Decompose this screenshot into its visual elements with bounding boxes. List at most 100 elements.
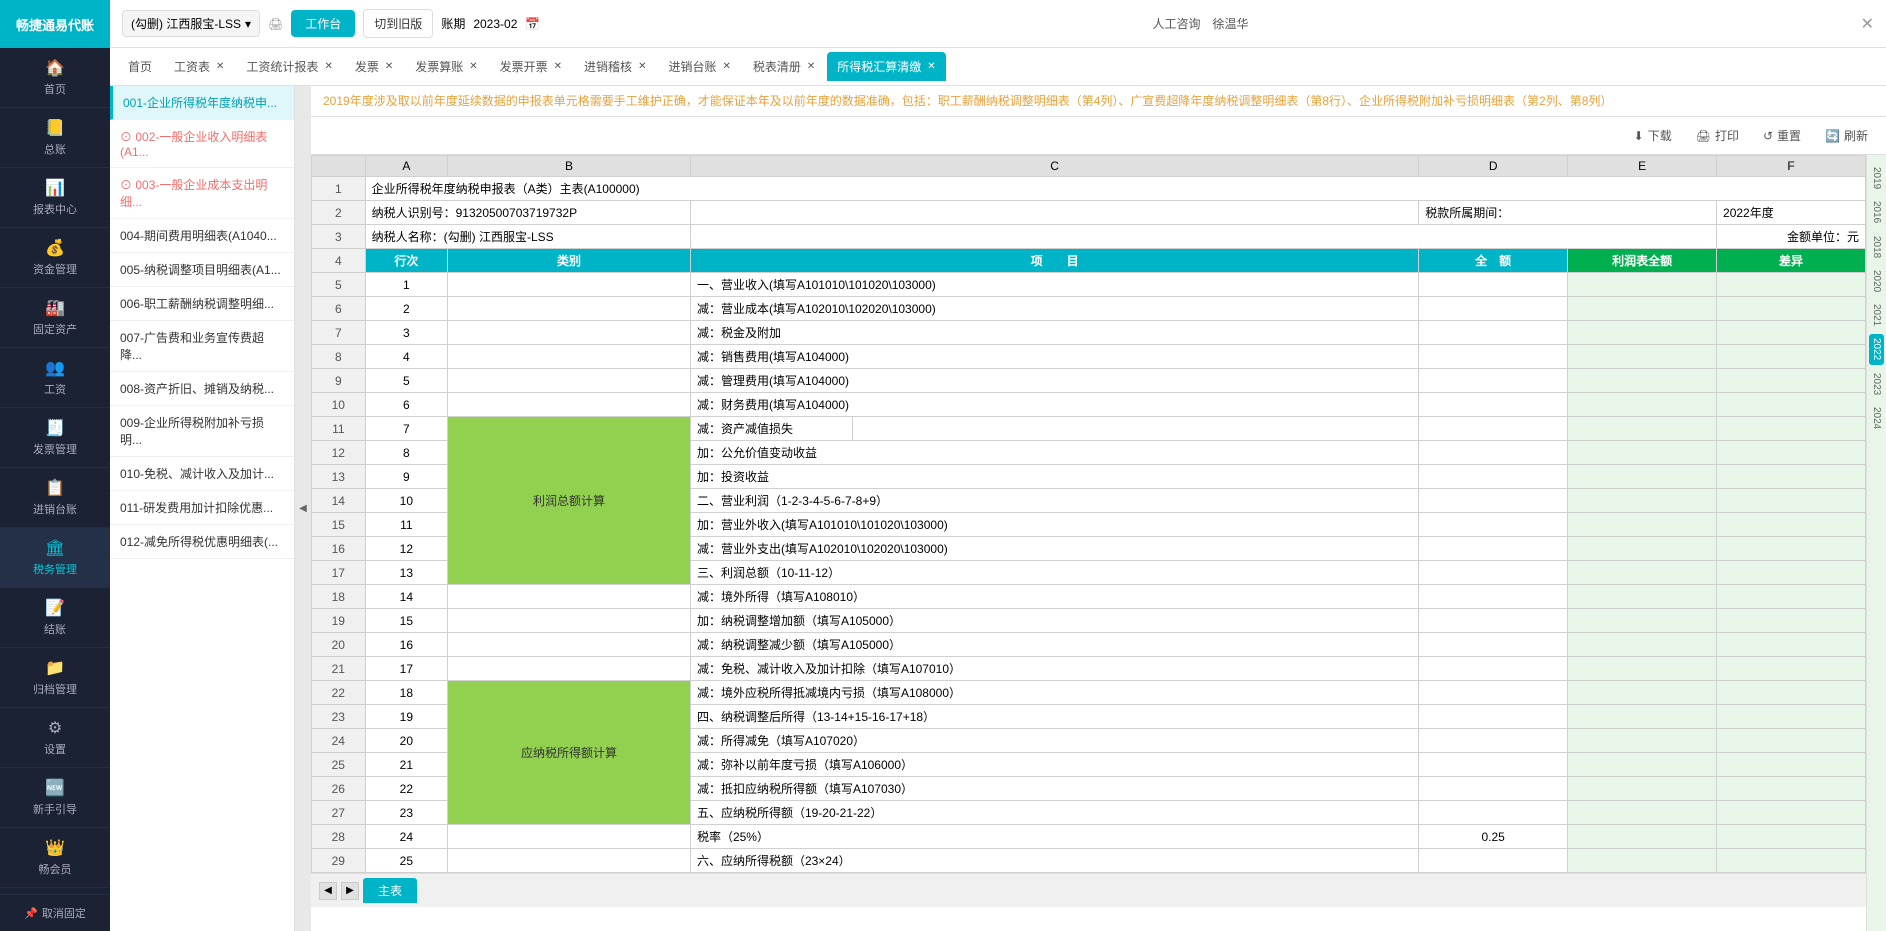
timeline-item-2023[interactable]: 2023 bbox=[1869, 369, 1884, 399]
left-panel-item-001[interactable]: 001-企业所得税年度纳税申... bbox=[110, 86, 294, 120]
sidebar-item-invoice[interactable]: 🧾 发票管理 bbox=[0, 408, 110, 468]
left-panel-item-008[interactable]: 008-资产折旧、摊销及纳税... bbox=[110, 372, 294, 406]
sidebar-item-report[interactable]: 📊 报表中心 bbox=[0, 168, 110, 228]
print-toolbar-icon: 🖨 bbox=[1696, 129, 1711, 143]
download-button[interactable]: ⬇ 下载 bbox=[1628, 123, 1678, 148]
company-name: (勾删) 江西服宝-LSS bbox=[131, 15, 241, 32]
tab-purchase-audit[interactable]: 进销稽核 ✕ bbox=[574, 52, 656, 81]
left-panel-item-003[interactable]: ⊙ 003-一般企业成本支出明细... bbox=[110, 168, 294, 219]
timeline-item-2021[interactable]: 2021 bbox=[1869, 300, 1884, 330]
timeline-item-2024[interactable]: 2024 bbox=[1869, 403, 1884, 433]
timeline-item-2016[interactable]: 2016 bbox=[1869, 197, 1884, 227]
col-header-diff: 差异 bbox=[1717, 249, 1866, 273]
sidebar-item-label: 首页 bbox=[44, 81, 66, 97]
sidebar-item-home[interactable]: 🏠 首页 bbox=[0, 48, 110, 108]
tab-invoice-close[interactable]: ✕ bbox=[385, 61, 393, 72]
table-row: 3 纳税人名称：(勾删) 江西服宝-LSS 金额单位：元 bbox=[312, 225, 1866, 249]
timeline-item-2018[interactable]: 2018 bbox=[1869, 232, 1884, 262]
table-row: 9 5 减：管理费用(填写A104000) bbox=[312, 369, 1866, 393]
tab-income-tax[interactable]: 所得税汇算清缴 ✕ bbox=[827, 52, 945, 81]
left-panel-item-005[interactable]: 005-纳税调整项目明细表(A1... bbox=[110, 253, 294, 287]
tab-purchase-ledger[interactable]: 进销台账 ✕ bbox=[658, 52, 740, 81]
sheet-prev-button[interactable]: ◀ bbox=[319, 882, 337, 900]
tab-invoice-calc[interactable]: 发票算账 ✕ bbox=[405, 52, 487, 81]
switch-version-button[interactable]: 切到旧版 bbox=[363, 9, 433, 38]
table-row: 2 纳税人识别号：91320500703719732P 税款所属期间： 2022… bbox=[312, 201, 1866, 225]
col-header-B[interactable]: B bbox=[448, 156, 691, 177]
timeline-item-2019[interactable]: 2019 bbox=[1869, 163, 1884, 193]
left-panel-item-012[interactable]: 012-减免所得税优惠明细表(... bbox=[110, 525, 294, 559]
sidebar-item-settings[interactable]: ⚙ 设置 bbox=[0, 708, 110, 768]
print-label: 打印 bbox=[1715, 127, 1739, 144]
tab-invoice-calc-close[interactable]: ✕ bbox=[469, 61, 477, 72]
tab-payroll-stats-close[interactable]: ✕ bbox=[324, 61, 332, 72]
left-panel-item-011[interactable]: 011-研发费用加计扣除优惠... bbox=[110, 491, 294, 525]
home-icon: 🏠 bbox=[45, 58, 65, 78]
sidebar-pin-toggle[interactable]: 📌 取消固定 bbox=[0, 894, 110, 931]
calendar-icon[interactable]: 📅 bbox=[525, 17, 540, 31]
tab-home[interactable]: 首页 bbox=[118, 52, 162, 81]
col-header-E[interactable]: E bbox=[1568, 156, 1717, 177]
sidebar-item-archive[interactable]: 📁 归档管理 bbox=[0, 648, 110, 708]
tab-income-tax-close[interactable]: ✕ bbox=[927, 61, 935, 72]
timeline-item-2022[interactable]: 2022 bbox=[1869, 334, 1884, 364]
sidebar-item-payroll[interactable]: 👥 工资 bbox=[0, 348, 110, 408]
row-num: 3 bbox=[312, 225, 366, 249]
invoice-icon: 🧾 bbox=[45, 418, 65, 438]
sidebar-item-label: 进销台账 bbox=[33, 501, 77, 517]
left-panel-item-006[interactable]: 006-职工薪酬纳税调整明细... bbox=[110, 287, 294, 321]
sidebar-item-tax[interactable]: 🏛 税务管理 bbox=[0, 528, 110, 588]
refresh-button[interactable]: 🔄 刷新 bbox=[1819, 123, 1874, 148]
chevron-down-icon: ▾ bbox=[245, 17, 251, 31]
sidebar-item-guide[interactable]: 🆕 新手引导 bbox=[0, 768, 110, 828]
user-service[interactable]: 人工咨询 bbox=[1152, 15, 1200, 32]
sidebar-item-member[interactable]: 👑 畅会员 bbox=[0, 828, 110, 888]
tab-payroll-close[interactable]: ✕ bbox=[216, 61, 224, 72]
app-logo: 畅捷通易代账 bbox=[0, 0, 110, 48]
company-selector[interactable]: (勾删) 江西服宝-LSS ▾ bbox=[122, 10, 260, 37]
tab-invoice-open-label: 发票开票 bbox=[500, 58, 548, 75]
left-panel-item-007[interactable]: 007-广告费和业务宣传费超降... bbox=[110, 321, 294, 372]
payroll-icon: 👥 bbox=[45, 358, 65, 378]
notice-bar: 2019年度涉及取以前年度延续数据的申报表单元格需要手工维护正确，才能保证本年及… bbox=[311, 86, 1886, 117]
tab-tax-list-close[interactable]: ✕ bbox=[807, 61, 815, 72]
sidebar-item-purchase-sales[interactable]: 📋 进销台账 bbox=[0, 468, 110, 528]
tab-income-tax-label: 所得税汇算清缴 bbox=[837, 58, 921, 75]
print-button[interactable]: 🖨 打印 bbox=[1690, 123, 1745, 148]
col-header-D[interactable]: D bbox=[1419, 156, 1568, 177]
ledger-icon: 📒 bbox=[45, 118, 65, 138]
pin-label: 取消固定 bbox=[42, 905, 86, 921]
topbar-close-icon[interactable]: ✕ bbox=[1861, 14, 1874, 34]
sidebar-item-ledger[interactable]: 📒 总账 bbox=[0, 108, 110, 168]
reset-button[interactable]: ↺ 重置 bbox=[1757, 123, 1807, 148]
spreadsheet-table: A B C D E F 1 企业所 bbox=[311, 155, 1866, 873]
left-panel-item-010[interactable]: 010-免税、减计收入及加计... bbox=[110, 457, 294, 491]
tab-invoice[interactable]: 发票 ✕ bbox=[345, 52, 403, 81]
timeline-item-2020[interactable]: 2020 bbox=[1869, 266, 1884, 296]
workbench-button[interactable]: 工作台 bbox=[291, 10, 355, 37]
sidebar-item-close-accounts[interactable]: 📝 结账 bbox=[0, 588, 110, 648]
col-header-F[interactable]: F bbox=[1717, 156, 1866, 177]
sidebar-item-label: 归档管理 bbox=[33, 681, 77, 697]
sheet-next-button[interactable]: ▶ bbox=[341, 882, 359, 900]
tab-invoice-open[interactable]: 发票开票 ✕ bbox=[490, 52, 572, 81]
tab-purchase-audit-close[interactable]: ✕ bbox=[638, 61, 646, 72]
sidebar-item-funds[interactable]: 💰 资金管理 bbox=[0, 228, 110, 288]
tab-purchase-ledger-close[interactable]: ✕ bbox=[722, 61, 730, 72]
tab-invoice-open-close[interactable]: ✕ bbox=[554, 61, 562, 72]
left-panel-item-004[interactable]: 004-期间费用明细表(A1040... bbox=[110, 219, 294, 253]
col-header-C[interactable]: C bbox=[690, 156, 1418, 177]
col-header-A[interactable]: A bbox=[365, 156, 447, 177]
collapse-panel-button[interactable]: ◀ bbox=[295, 86, 311, 931]
purchase-sales-icon: 📋 bbox=[45, 478, 65, 498]
left-panel-item-002[interactable]: ⊙ 002-一般企业收入明细表(A1... bbox=[110, 120, 294, 168]
tab-tax-list[interactable]: 税表清册 ✕ bbox=[743, 52, 825, 81]
tab-payroll-stats[interactable]: 工资统计报表 ✕ bbox=[236, 52, 342, 81]
error-icon-2: ⊙ bbox=[120, 178, 135, 192]
sheet-tab-main[interactable]: 主表 bbox=[363, 878, 417, 903]
sidebar-item-assets[interactable]: 🏭 固定资产 bbox=[0, 288, 110, 348]
error-icon: ⊙ bbox=[120, 130, 135, 144]
tab-payroll[interactable]: 工资表 ✕ bbox=[164, 52, 234, 81]
table-row: 18 14 减：境外所得（填写A108010） bbox=[312, 585, 1866, 609]
left-panel-item-009[interactable]: 009-企业所得税附加补亏损明... bbox=[110, 406, 294, 457]
